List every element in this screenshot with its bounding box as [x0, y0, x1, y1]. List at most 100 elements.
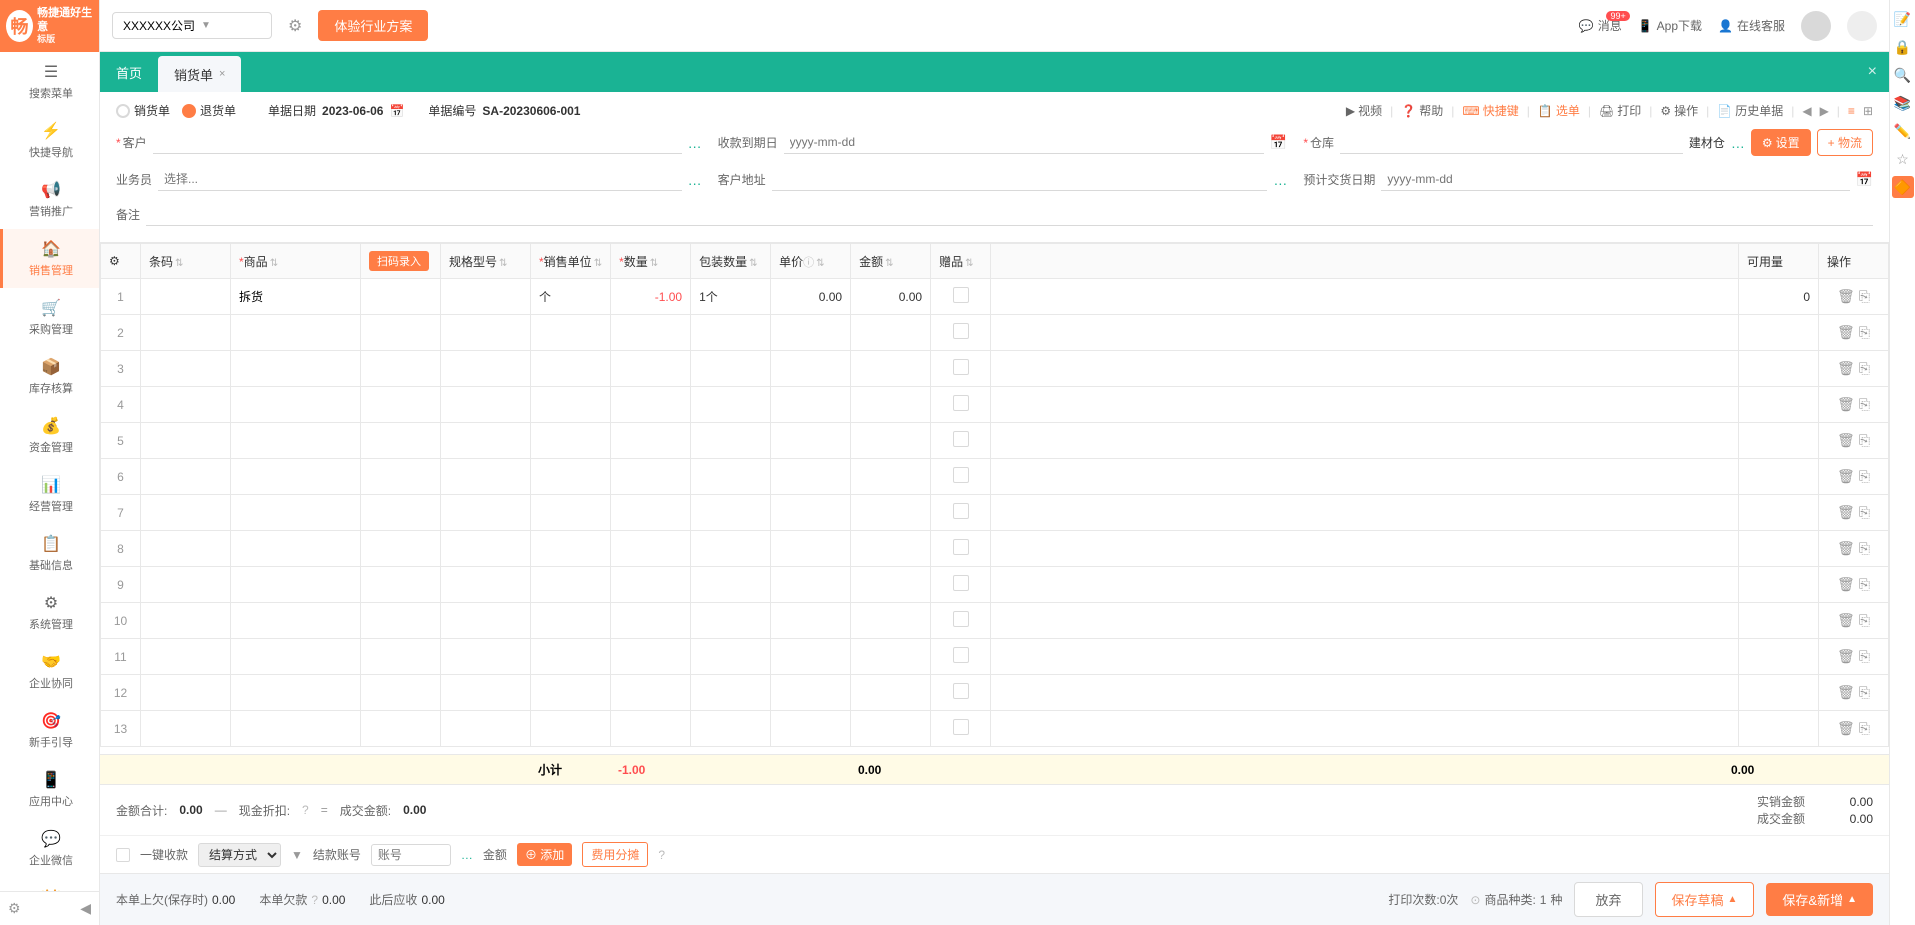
rp-star-btn[interactable]: ☆	[1892, 148, 1914, 170]
td-pkg-qty[interactable]	[691, 675, 771, 711]
td-barcode[interactable]	[141, 567, 231, 603]
settings-footer-icon[interactable]: ⚙	[8, 900, 21, 917]
td-price[interactable]	[771, 315, 851, 351]
scan-btn[interactable]: 扫码录入	[369, 251, 429, 271]
td-qty[interactable]	[611, 675, 691, 711]
td-unit[interactable]	[531, 639, 611, 675]
sidebar-item-search[interactable]: ☰搜索菜单	[0, 52, 99, 111]
save-new-btn[interactable]: 保存&新增 ▲	[1766, 883, 1873, 916]
td-spec[interactable]	[441, 567, 531, 603]
td-barcode[interactable]	[141, 711, 231, 747]
sidebar-item-system[interactable]: ⚙系统管理	[0, 583, 99, 642]
customer-input[interactable]	[153, 131, 682, 154]
td-product[interactable]	[231, 459, 361, 495]
delete-row-btn[interactable]: 🗑	[1837, 432, 1855, 449]
barcode-input[interactable]	[149, 398, 222, 412]
delete-row-btn[interactable]: 🗑	[1837, 468, 1855, 485]
td-amount[interactable]	[851, 423, 931, 459]
spec-input[interactable]	[449, 290, 522, 304]
settle-method-select[interactable]: 结算方式	[198, 843, 281, 867]
td-unit[interactable]	[531, 531, 611, 567]
copy-row-btn[interactable]: ⎘	[1859, 648, 1870, 665]
sidebar-item-quick-nav[interactable]: ⚡快捷导航	[0, 111, 99, 170]
gift-checkbox[interactable]	[953, 431, 969, 447]
td-barcode[interactable]	[141, 639, 231, 675]
td-price[interactable]	[771, 495, 851, 531]
collapse-sidebar-btn[interactable]: ◀	[80, 900, 91, 917]
td-barcode[interactable]	[141, 387, 231, 423]
barcode-input[interactable]	[149, 578, 222, 592]
sidebar-item-guide[interactable]: 🎯新手引导	[0, 701, 99, 760]
td-qty[interactable]	[611, 423, 691, 459]
td-qty[interactable]	[611, 351, 691, 387]
barcode-input[interactable]	[149, 362, 222, 376]
delete-row-btn[interactable]: 🗑	[1837, 576, 1855, 593]
payment-date-input[interactable]	[784, 131, 1264, 154]
td-product[interactable]	[231, 711, 361, 747]
add-payment-btn[interactable]: ⊕ 添加	[517, 843, 572, 866]
td-spec[interactable]	[441, 603, 531, 639]
product-input[interactable]	[239, 326, 352, 340]
td-product[interactable]	[231, 531, 361, 567]
td-product[interactable]	[231, 639, 361, 675]
sidebar-item-operations[interactable]: 📊经营管理	[0, 465, 99, 524]
rp-edit-btn[interactable]: ✏️	[1892, 120, 1914, 142]
td-unit[interactable]	[531, 567, 611, 603]
copy-row-btn[interactable]: ⎘	[1859, 720, 1870, 737]
spec-input[interactable]	[449, 434, 522, 448]
sidebar-item-sales[interactable]: 🏠销售管理	[0, 229, 99, 288]
td-pkg-qty[interactable]	[691, 567, 771, 603]
td-amount[interactable]	[851, 459, 931, 495]
app-download-btn[interactable]: 📱 App下载	[1638, 17, 1702, 34]
td-amount[interactable]	[851, 603, 931, 639]
copy-row-btn[interactable]: ⎘	[1859, 468, 1870, 485]
settings-btn[interactable]: ⚙ 设置	[1751, 129, 1811, 156]
product-input[interactable]	[239, 398, 352, 412]
copy-row-btn[interactable]: ⎘	[1859, 396, 1870, 413]
one-click-pay-checkbox[interactable]	[116, 848, 130, 862]
td-amount[interactable]	[851, 315, 931, 351]
barcode-input[interactable]	[149, 614, 222, 628]
td-barcode[interactable]	[141, 279, 231, 315]
td-spec[interactable]	[441, 423, 531, 459]
sidebar-item-purchase[interactable]: 🛒采购管理	[0, 288, 99, 347]
spec-input[interactable]	[449, 398, 522, 412]
td-pkg-qty[interactable]	[691, 531, 771, 567]
td-pkg-qty[interactable]	[691, 639, 771, 675]
spec-input[interactable]	[449, 650, 522, 664]
video-btn[interactable]: ▶ 视频	[1346, 102, 1382, 119]
copy-row-btn[interactable]: ⎘	[1859, 540, 1870, 557]
tab-home[interactable]: 首页	[100, 52, 158, 92]
try-industry-btn[interactable]: 体验行业方案	[318, 10, 428, 41]
td-pkg-qty[interactable]	[691, 351, 771, 387]
td-unit[interactable]	[531, 711, 611, 747]
td-unit[interactable]	[531, 675, 611, 711]
barcode-input[interactable]	[149, 434, 222, 448]
customer-dots-icon[interactable]: …	[688, 135, 702, 151]
td-barcode[interactable]	[141, 423, 231, 459]
delete-row-btn[interactable]: 🗑	[1837, 612, 1855, 629]
salesperson-input[interactable]	[158, 168, 682, 191]
warehouse-dots-icon[interactable]: …	[1731, 135, 1745, 151]
barcode-input[interactable]	[149, 290, 222, 304]
salesperson-dots-icon[interactable]: …	[688, 172, 702, 188]
td-amount[interactable]	[851, 567, 931, 603]
td-unit[interactable]	[531, 603, 611, 639]
td-barcode[interactable]	[141, 531, 231, 567]
td-qty[interactable]	[611, 495, 691, 531]
this-bill-deduct-question[interactable]: ?	[311, 893, 318, 907]
td-spec[interactable]	[441, 495, 531, 531]
td-gift[interactable]	[931, 495, 991, 531]
td-amount[interactable]	[851, 675, 931, 711]
copy-row-btn[interactable]: ⎘	[1859, 612, 1870, 629]
td-gift[interactable]	[931, 423, 991, 459]
sidebar-item-marketing[interactable]: 📢营销推广	[0, 170, 99, 229]
td-product[interactable]	[231, 351, 361, 387]
td-qty[interactable]	[611, 603, 691, 639]
td-gift[interactable]	[931, 315, 991, 351]
tab-close-icon[interactable]: ×	[219, 68, 225, 80]
delivery-date-calendar-icon[interactable]: 📅	[1856, 171, 1873, 188]
spec-input[interactable]	[449, 326, 522, 340]
td-qty[interactable]: -1.00	[611, 279, 691, 315]
td-price[interactable]	[771, 531, 851, 567]
